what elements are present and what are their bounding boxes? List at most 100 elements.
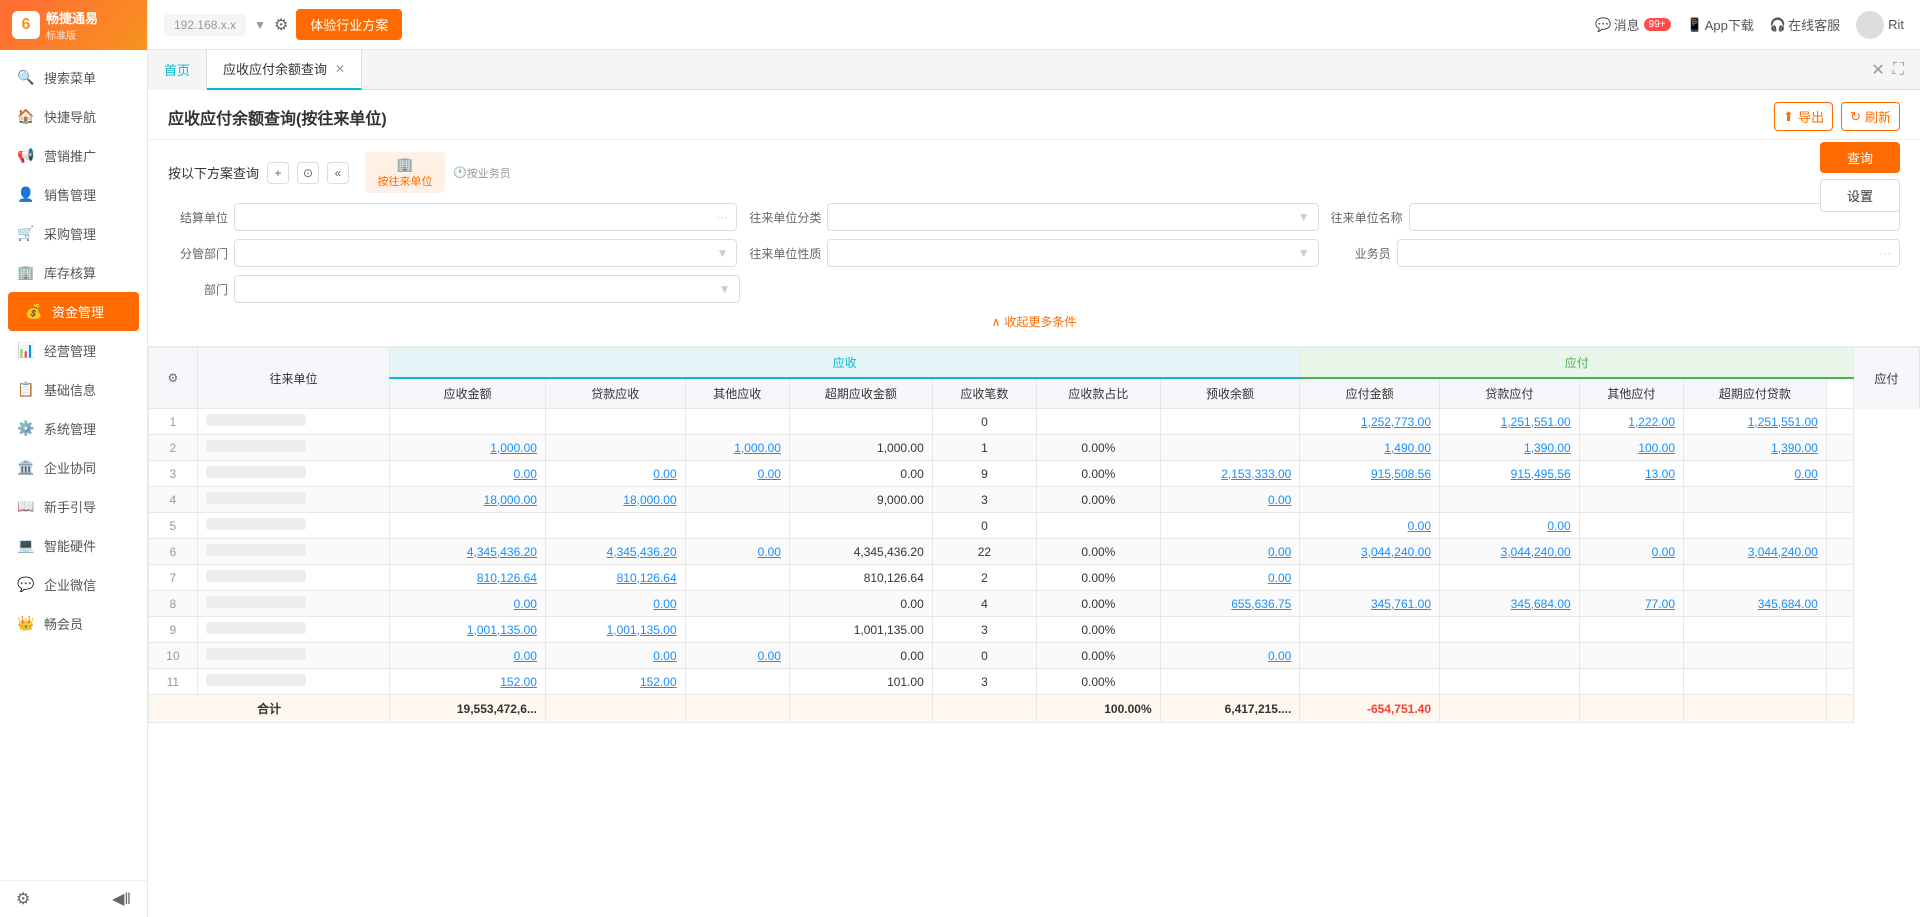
sidebar-item-search[interactable]: 🔍 搜索菜单	[0, 58, 147, 97]
sidebar-item-guide[interactable]: 📖 新手引导	[0, 487, 147, 526]
salesperson-input[interactable]: ···	[1397, 239, 1900, 267]
sidebar-nav: 🔍 搜索菜单 🏠 快捷导航 📢 营销推广 👤 销售管理 🛒 采购管理 🏢 库存核…	[0, 50, 147, 880]
filter-field-partner-nature: 往来单位性质 ▼	[749, 239, 1318, 267]
filter-row-3: 部门 ▼	[168, 275, 1900, 303]
filter-field-dept: 分管部门 ▼	[168, 239, 737, 267]
settlement-input[interactable]: ···	[234, 203, 737, 231]
sidebar: 6 畅捷通易 标准版 🔍 搜索菜单 🏠 快捷导航 📢 营销推广 👤 销售管理 🛒…	[0, 0, 148, 917]
filter-scheme-partner[interactable]: 🏢 按往来单位	[365, 152, 445, 193]
filter-area: 按以下方案查询 + ⊙ « 🏢 按往来单位 🕐 按业务员	[148, 140, 1920, 347]
home-tab-label: 首页	[164, 60, 190, 79]
th-prepaid: 预收余额	[1160, 378, 1300, 409]
export-button[interactable]: ⬆ 导出	[1774, 102, 1833, 131]
tab-close-icon[interactable]: ✕	[335, 62, 345, 76]
th-ar-count: 应收笔数	[932, 378, 1036, 409]
sidebar-item-label: 营销推广	[44, 146, 96, 165]
solution-button[interactable]: 体验行业方案	[296, 9, 402, 40]
user-avatar[interactable]: Rit	[1856, 11, 1904, 39]
footer-prepaid: 6,417,215....	[1160, 695, 1300, 723]
purchase-icon: 🛒	[16, 225, 36, 242]
sidebar-item-purchase[interactable]: 🛒 采购管理	[0, 214, 147, 253]
filter-collapse-btn[interactable]: «	[327, 162, 349, 184]
message-badge: 99+	[1644, 18, 1671, 31]
th-ar-ratio: 应收款占比	[1037, 378, 1161, 409]
query-button[interactable]: 查询	[1820, 142, 1900, 173]
sidebar-item-label: 采购管理	[44, 224, 96, 243]
sidebar-item-operations[interactable]: 📊 经营管理	[0, 331, 147, 370]
main-content: 应收应付余额查询(按往来单位) ⬆ 导出 ↻ 刷新 按以下方案查询 + ⊙ « …	[148, 90, 1920, 917]
close-window-icon[interactable]: ✕	[1871, 60, 1884, 80]
collapse-sidebar-icon[interactable]: ◀‖	[112, 889, 131, 909]
refresh-button[interactable]: ↻ 刷新	[1841, 102, 1900, 131]
th-settings[interactable]: ⚙	[149, 348, 198, 409]
online-service-btn[interactable]: 🎧 在线客服	[1770, 15, 1840, 34]
search-icon: 🔍	[16, 69, 36, 86]
sidebar-item-basic[interactable]: 📋 基础信息	[0, 370, 147, 409]
page-actions: ⬆ 导出 ↻ 刷新	[1774, 102, 1900, 131]
footer-label: 合计	[149, 695, 390, 723]
tab-home[interactable]: 首页	[148, 50, 207, 90]
sidebar-item-label: 快捷导航	[44, 107, 96, 126]
header-dropdown-icon[interactable]: ▼	[254, 18, 266, 32]
table-row: 1 0 1,252,773.00 1,251,551.00 1,222.00 1…	[149, 409, 1920, 435]
th-ap-note: 应付	[1854, 348, 1920, 409]
sidebar-item-marketing[interactable]: 📢 营销推广	[0, 136, 147, 175]
sidebar-item-member[interactable]: 👑 畅会员	[0, 604, 147, 643]
sidebar-item-warehouse[interactable]: 🏢 库存核算	[0, 253, 147, 292]
table-row: 5 0 0.00 0.00	[149, 513, 1920, 539]
partner-nature-select[interactable]: ▼	[827, 239, 1318, 267]
sidebar-item-quicknav[interactable]: 🏠 快捷导航	[0, 97, 147, 136]
collapse-conditions-btn[interactable]: ∧ 收起更多条件	[168, 309, 1900, 334]
sidebar-item-label: 销售管理	[44, 185, 96, 204]
sidebar-item-system[interactable]: ⚙️ 系统管理	[0, 409, 147, 448]
filter-field-partner-category: 往来单位分类 ▼	[749, 203, 1318, 231]
message-btn[interactable]: 💬 消息 99+	[1595, 15, 1670, 34]
sidebar-item-finance[interactable]: 💰 资金管理	[8, 292, 139, 331]
header-settings-icon[interactable]: ⚙	[274, 15, 288, 35]
filter-scheme-salesperson[interactable]: 🕐 按业务员	[453, 165, 511, 181]
row-partner	[197, 669, 390, 695]
sidebar-item-corp[interactable]: 🏛️ 企业协同	[0, 448, 147, 487]
row-seq: 2	[149, 435, 198, 461]
maximize-window-icon[interactable]: ⛶	[1893, 61, 1904, 79]
settings-icon[interactable]: ⚙	[16, 889, 30, 909]
sidebar-item-label: 系统管理	[44, 419, 96, 438]
setting-button[interactable]: 设置	[1820, 179, 1900, 212]
row-seq: 3	[149, 461, 198, 487]
table-row: 2 1,000.00 1,000.00 1,000.00 1 0.00% 1,4…	[149, 435, 1920, 461]
row-seq: 1	[149, 409, 198, 435]
row-partner	[197, 617, 390, 643]
sidebar-item-hardware[interactable]: 💻 智能硬件	[0, 526, 147, 565]
footer-ar-ratio: 100.00%	[1037, 695, 1161, 723]
filter-field-settlement: 结算单位 ···	[168, 203, 737, 231]
partner-category-select[interactable]: ▼	[827, 203, 1318, 231]
department-label: 部门	[168, 281, 228, 298]
refresh-icon: ↻	[1850, 109, 1861, 125]
table-footer: 合计 19,553,472,6... 100.00% 6,417,215....…	[149, 695, 1920, 723]
weixin-icon: 💬	[16, 576, 36, 593]
logo-title: 畅捷通易	[46, 8, 98, 27]
department-select[interactable]: ▼	[234, 275, 740, 303]
table-area[interactable]: ⚙ 往来单位 应收 应付 应付 应收金额 贷款应收 其他应收 超期应收金额 应收…	[148, 347, 1920, 894]
logo-sub: 标准版	[46, 27, 98, 42]
sidebar-item-label: 搜索菜单	[44, 68, 96, 87]
table-row: 10 0.00 0.00 0.00 0.00 0 0.00% 0.00	[149, 643, 1920, 669]
row-partner	[197, 461, 390, 487]
filter-buttons: 查询 设置	[1820, 142, 1900, 212]
dept-select[interactable]: ▼	[234, 239, 737, 267]
tab-ar-query[interactable]: 应收应付余额查询 ✕	[207, 50, 362, 90]
row-partner	[197, 409, 390, 435]
filter-row-1: 结算单位 ··· 往来单位分类 ▼ 往来单位名称	[168, 203, 1900, 231]
filter-label: 按以下方案查询	[168, 163, 259, 182]
page-header: 应收应付余额查询(按往来单位) ⬆ 导出 ↻ 刷新	[148, 90, 1920, 140]
app-download-btn[interactable]: 📱 App下载	[1687, 15, 1754, 34]
add-filter-btn[interactable]: +	[267, 162, 289, 184]
row-partner	[197, 435, 390, 461]
sidebar-item-label: 经营管理	[44, 341, 96, 360]
sidebar-item-sales[interactable]: 👤 销售管理	[0, 175, 147, 214]
row-seq: 10	[149, 643, 198, 669]
row-seq: 7	[149, 565, 198, 591]
filter-settings-btn[interactable]: ⊙	[297, 162, 319, 184]
dept-label: 分管部门	[168, 245, 228, 262]
sidebar-item-weixin[interactable]: 💬 企业微信	[0, 565, 147, 604]
